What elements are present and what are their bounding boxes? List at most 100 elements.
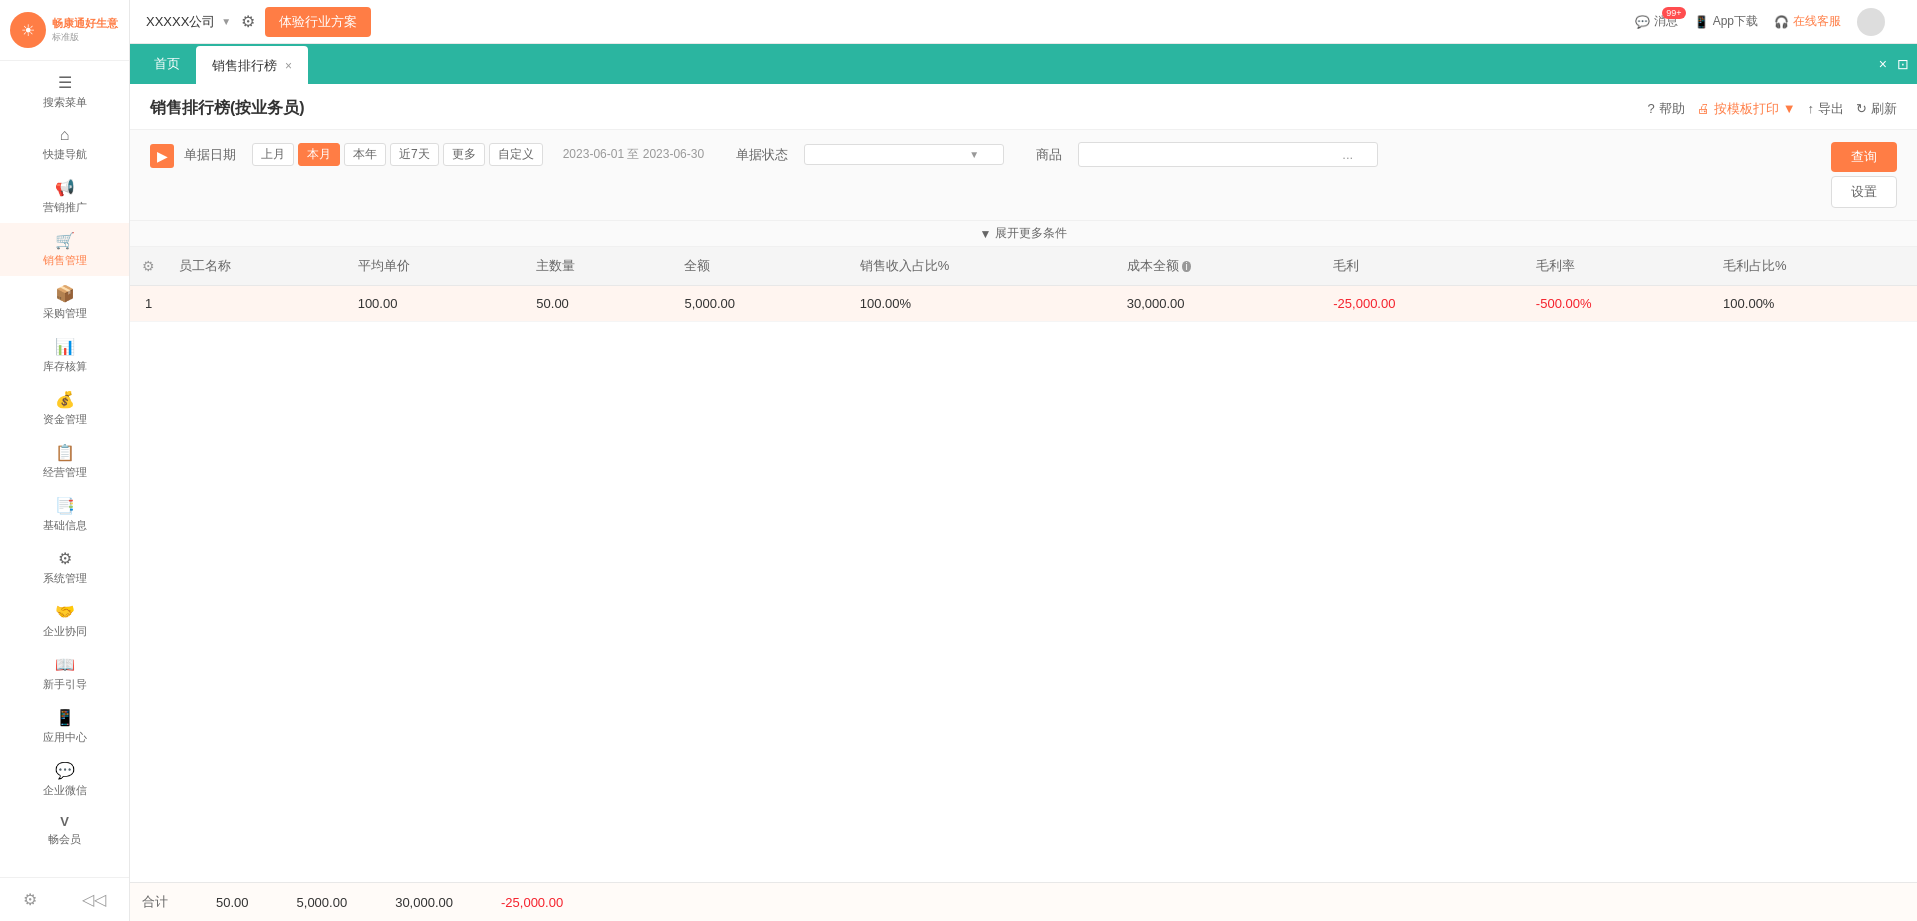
th-settings[interactable]: ⚙ [130, 247, 167, 286]
logo-subtitle: 标准版 [52, 31, 118, 44]
td-profit: -25,000.00 [1321, 286, 1524, 322]
trial-btn[interactable]: 体验行业方案 [265, 7, 371, 37]
sidebar-item-search[interactable]: ☰ 搜索菜单 [0, 65, 129, 118]
sidebar-item-purchase[interactable]: 📦 采购管理 [0, 276, 129, 329]
th-avg-price: 平均单价 [346, 247, 525, 286]
sidebar-item-member[interactable]: V 畅会员 [0, 806, 129, 855]
sidebar-item-enterprise[interactable]: 🤝 企业协同 [0, 594, 129, 647]
column-settings-icon[interactable]: ⚙ [142, 258, 155, 274]
th-profit: 毛利 [1321, 247, 1524, 286]
sidebar-settings-btn[interactable]: ⚙ [15, 886, 45, 913]
sidebar-item-label: 库存核算 [43, 359, 87, 374]
search-menu-icon: ☰ [58, 73, 72, 92]
tab-home-label: 首页 [154, 55, 180, 73]
topbar: XXXXX公司 ▼ ⚙ 体验行业方案 💬 消息 99+ 📱 App下载 🎧 在线… [130, 0, 1917, 44]
service-icon: 🎧 [1774, 15, 1789, 29]
date-btn-custom[interactable]: 自定义 [489, 143, 543, 166]
export-btn[interactable]: ↑ 导出 [1808, 100, 1845, 118]
th-amount: 全额 [672, 247, 847, 286]
print-label: 按模板打印 [1714, 100, 1779, 118]
td-amount: 5,000.00 [672, 286, 847, 322]
user-avatar[interactable] [1857, 8, 1885, 36]
system-icon: ⚙ [58, 549, 72, 568]
sidebar-item-finance[interactable]: 💰 资金管理 [0, 382, 129, 435]
main-content: XXXXX公司 ▼ ⚙ 体验行业方案 💬 消息 99+ 📱 App下载 🎧 在线… [130, 0, 1917, 921]
help-label: 帮助 [1659, 100, 1685, 118]
th-profit-ratio: 毛利占比% [1711, 247, 1917, 286]
sidebar-item-quick-nav[interactable]: ⌂ 快捷导航 [0, 118, 129, 170]
sidebar-item-management[interactable]: 📋 经营管理 [0, 435, 129, 488]
th-sales-ratio: 销售收入占比% [848, 247, 1115, 286]
tab-home[interactable]: 首页 [138, 44, 196, 84]
inventory-icon: 📊 [55, 337, 75, 356]
table-header-row: ⚙ 员工名称 平均单价 主数量 全额 销售收入占比% 成本全额 i 毛利 毛利率… [130, 247, 1917, 286]
sidebar-item-label: 应用中心 [43, 730, 87, 745]
app-download-btn[interactable]: 📱 App下载 [1694, 13, 1758, 30]
service-label: 在线客服 [1793, 13, 1841, 30]
window-max-icon[interactable]: ⊡ [1897, 56, 1909, 72]
th-qty: 主数量 [524, 247, 672, 286]
sidebar-item-label: 资金管理 [43, 412, 87, 427]
td-profit-rate: -500.00% [1524, 286, 1711, 322]
company-dropdown-icon: ▼ [221, 16, 231, 27]
sidebar-bottom: ⚙ ◁◁ [0, 877, 129, 921]
status-select[interactable]: ▼ [804, 144, 1004, 165]
sidebar-item-label: 销售管理 [43, 253, 87, 268]
expand-conditions-btn[interactable]: ▼ 展开更多条件 [980, 225, 1068, 242]
help-icon: ? [1647, 101, 1654, 116]
sidebar-collapse-btn[interactable]: ◁◁ [74, 886, 114, 913]
purchase-icon: 📦 [55, 284, 75, 303]
sidebar-item-label: 系统管理 [43, 571, 87, 586]
goods-more-icon: ... [1342, 147, 1353, 162]
online-service-btn[interactable]: 🎧 在线客服 [1774, 13, 1841, 30]
date-btn-prev-month[interactable]: 上月 [252, 143, 294, 166]
company-selector[interactable]: XXXXX公司 ▼ [146, 13, 231, 31]
guide-icon: 📖 [55, 655, 75, 674]
page-content: 销售排行榜(按业务员) ? 帮助 🖨 按模板打印 ▼ ↑ 导出 ↻ 刷新 [130, 84, 1917, 921]
filter-row-1: 单据日期 上月 本月 本年 近7天 更多 自定义 2023-06-01 至 20… [184, 142, 1821, 167]
sidebar-item-label: 企业协同 [43, 624, 87, 639]
th-employee-name: 员工名称 [167, 247, 346, 286]
footer-profit: -25,000.00 [501, 895, 563, 910]
settings-btn[interactable]: 设置 [1831, 176, 1897, 208]
sidebar-item-inventory[interactable]: 📊 库存核算 [0, 329, 129, 382]
refresh-label: 刷新 [1871, 100, 1897, 118]
sidebar-item-marketing[interactable]: 📢 营销推广 [0, 170, 129, 223]
date-btn-7days[interactable]: 近7天 [390, 143, 439, 166]
tab-close-icon[interactable]: × [285, 59, 292, 73]
print-dropdown-icon: ▼ [1783, 101, 1796, 116]
sidebar-item-wechat[interactable]: 💬 企业微信 [0, 753, 129, 806]
refresh-btn[interactable]: ↻ 刷新 [1856, 100, 1897, 118]
app-download-label: App下载 [1713, 13, 1758, 30]
message-icon: 💬 [1635, 15, 1650, 29]
refresh-icon: ↻ [1856, 101, 1867, 116]
sidebar-item-label: 畅会员 [48, 832, 81, 847]
sidebar-item-system[interactable]: ⚙ 系统管理 [0, 541, 129, 594]
sidebar-item-base-info[interactable]: 📑 基础信息 [0, 488, 129, 541]
filter-toggle-btn[interactable]: ▶ [150, 144, 174, 168]
message-badge: 99+ [1662, 7, 1685, 19]
expand-icon: ▼ [980, 227, 992, 241]
footer-cost: 30,000.00 [395, 895, 453, 910]
sidebar-item-apps[interactable]: 📱 应用中心 [0, 700, 129, 753]
message-btn[interactable]: 💬 消息 99+ [1635, 13, 1678, 30]
footer-qty: 50.00 [216, 895, 249, 910]
help-btn[interactable]: ? 帮助 [1647, 100, 1684, 118]
print-btn[interactable]: 🖨 按模板打印 ▼ [1697, 100, 1796, 118]
query-btn[interactable]: 查询 [1831, 142, 1897, 172]
tab-sales-ranking[interactable]: 销售排行榜 × [196, 46, 308, 86]
td-cost: 30,000.00 [1115, 286, 1322, 322]
sidebar-item-sales[interactable]: 🛒 销售管理 [0, 223, 129, 276]
td-qty: 50.00 [524, 286, 672, 322]
date-btn-more[interactable]: 更多 [443, 143, 485, 166]
date-filter-buttons: 上月 本月 本年 近7天 更多 自定义 [252, 143, 543, 166]
page-actions: ? 帮助 🖨 按模板打印 ▼ ↑ 导出 ↻ 刷新 [1647, 100, 1897, 118]
marketing-icon: 📢 [55, 178, 75, 197]
sidebar-item-guide[interactable]: 📖 新手引导 [0, 647, 129, 700]
goods-input[interactable]: ... [1078, 142, 1378, 167]
date-btn-this-year[interactable]: 本年 [344, 143, 386, 166]
window-close-icon[interactable]: × [1879, 56, 1887, 72]
topbar-settings-icon[interactable]: ⚙ [241, 12, 255, 31]
date-btn-this-month[interactable]: 本月 [298, 143, 340, 166]
td-avg-price: 100.00 [346, 286, 525, 322]
